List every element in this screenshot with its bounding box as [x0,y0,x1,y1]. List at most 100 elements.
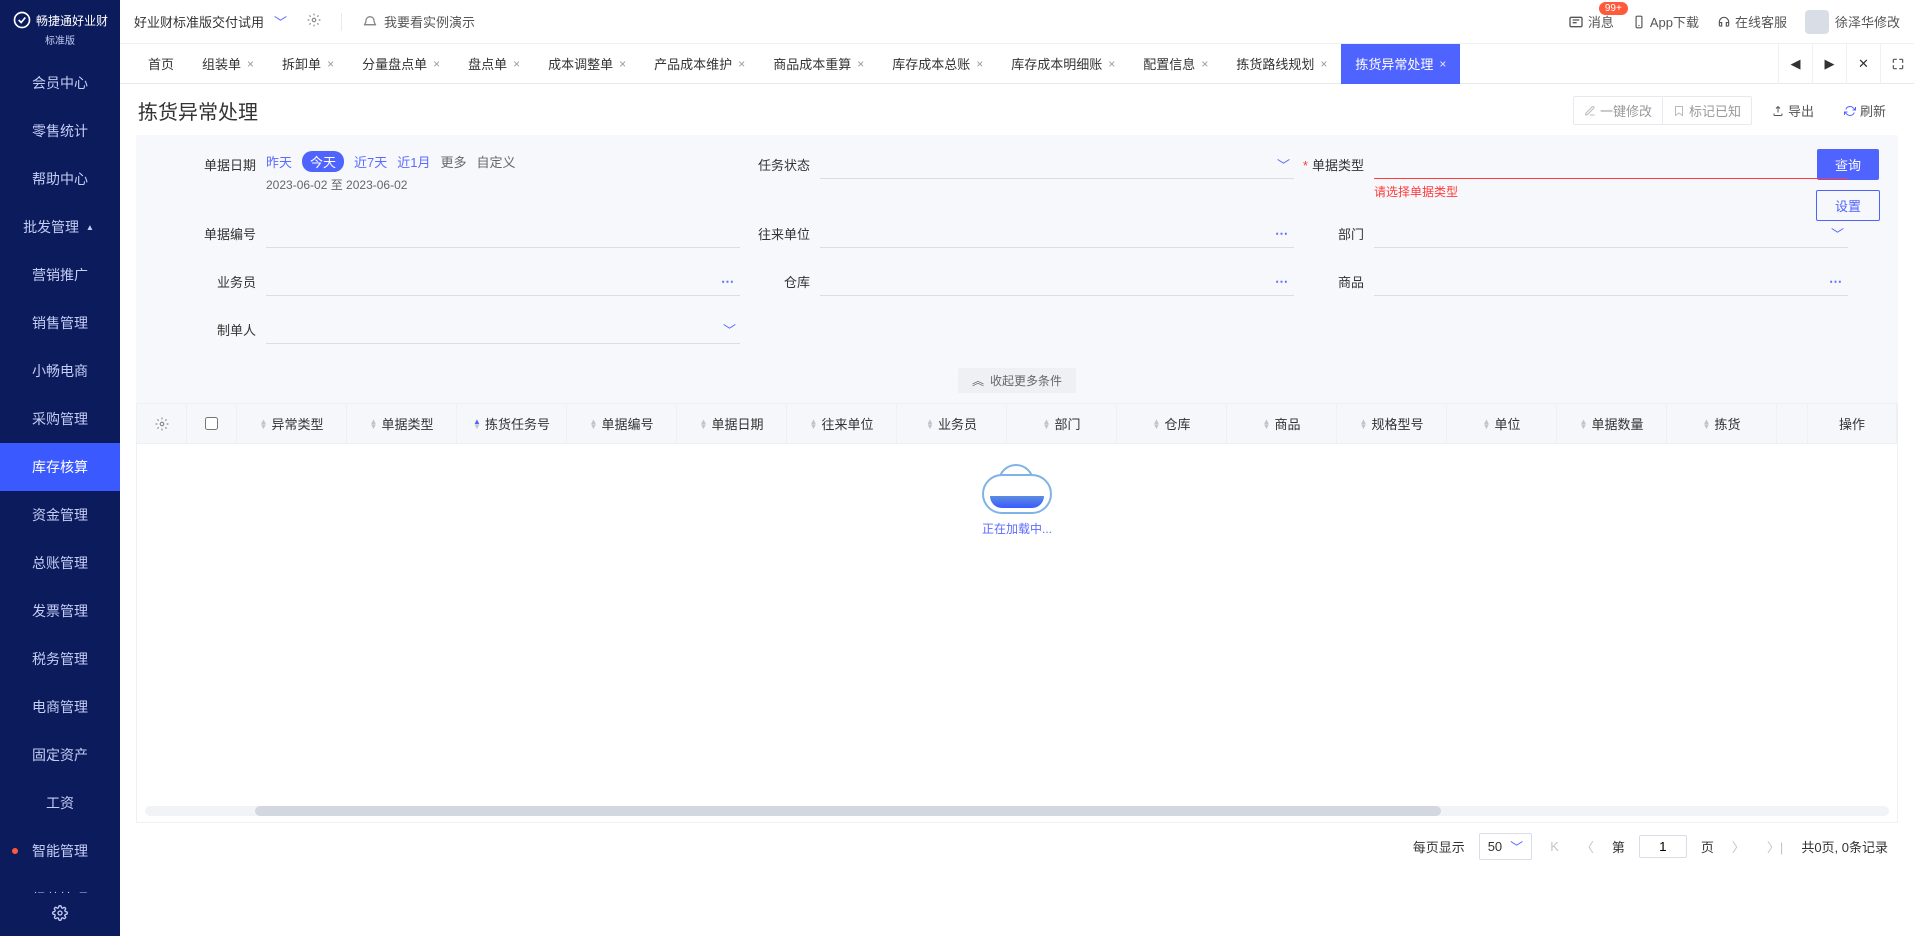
page-next[interactable]: 〉 [1728,837,1749,856]
close-icon[interactable]: × [513,57,520,71]
tab[interactable]: 配置信息× [1129,44,1222,84]
sidebar-item[interactable]: 零售统计 [0,107,120,155]
export-button[interactable]: 导出 [1762,97,1824,124]
product-selector[interactable]: 好业财标准版交付试用 ﹀ [134,12,287,31]
tab[interactable]: 库存成本明细账× [997,44,1129,84]
sidebar-item[interactable]: 采购管理 [0,395,120,443]
column-header[interactable]: ▲▼拣货 [1667,404,1777,443]
settings-icon[interactable] [307,13,321,30]
close-icon[interactable]: × [327,57,334,71]
date-preset[interactable]: 近7天 [354,152,387,171]
doc-no-input[interactable] [266,220,740,248]
column-header[interactable]: ▲▼单据数量 [1557,404,1667,443]
salesman-picker[interactable]: ⋯ [266,268,740,296]
support-button[interactable]: 在线客服 [1717,12,1787,31]
close-icon[interactable]: × [1320,57,1327,71]
column-header[interactable]: ▲▼仓库 [1117,404,1227,443]
tab-scroll-left[interactable]: ◀ [1778,44,1812,84]
demo-link[interactable]: 我要看实例演示 [362,12,475,31]
close-icon[interactable]: × [433,57,440,71]
tab[interactable]: 拆卸单× [268,44,348,84]
collapse-filters-button[interactable]: ︽收起更多条件 [958,368,1076,393]
tab[interactable]: 库存成本总账× [878,44,997,84]
sidebar-item[interactable]: 销售管理 [0,299,120,347]
horizontal-scrollbar[interactable] [145,806,1889,816]
refresh-button[interactable]: 刷新 [1834,97,1896,124]
close-icon[interactable]: × [1439,57,1446,71]
sidebar-item[interactable]: 资金管理 [0,491,120,539]
column-header[interactable]: ▲▼部门 [1007,404,1117,443]
fullscreen-icon[interactable] [1880,44,1914,84]
close-icon[interactable]: × [619,57,626,71]
doc-type-select[interactable]: ﹀ [1374,151,1848,179]
field-warehouse: 仓库 ⋯ [740,268,1294,296]
sidebar-item[interactable]: 库存核算 [0,443,120,491]
close-icon[interactable]: × [247,57,254,71]
sidebar-item[interactable]: 税务管理 [0,635,120,683]
select-all-checkbox[interactable] [187,404,237,443]
maker-select[interactable]: ﹀ [266,316,740,344]
sidebar-item[interactable]: 发票管理 [0,587,120,635]
close-icon[interactable]: × [1201,57,1208,71]
per-page-select[interactable]: 50 ﹀ [1479,833,1532,860]
app-download-button[interactable]: App下载 [1632,12,1699,31]
column-header[interactable]: ▲▼商品 [1227,404,1337,443]
tab[interactable]: 首页 [134,44,188,84]
tab-bar: 首页组装单×拆卸单×分量盘点单×盘点单×成本调整单×产品成本维护×商品成本重算×… [120,44,1914,84]
tab[interactable]: 成本调整单× [534,44,640,84]
column-header[interactable]: ▲▼单据类型 [347,404,457,443]
dept-select[interactable]: ﹀ [1374,220,1848,248]
sidebar-settings-icon[interactable] [0,893,120,936]
column-header[interactable]: ▲▼往来单位 [787,404,897,443]
user-menu[interactable]: 徐泽华修改 [1805,10,1900,34]
sidebar-item[interactable]: 帮助中心 [0,155,120,203]
sidebar-item[interactable]: 总账管理 [0,539,120,587]
warehouse-picker[interactable]: ⋯ [820,268,1294,296]
chevron-up-icon: ︽ [972,372,984,389]
tab[interactable]: 组装单× [188,44,268,84]
date-preset[interactable]: 近1月 [397,152,430,171]
close-icon[interactable]: × [857,57,864,71]
tab[interactable]: 拣货路线规划× [1222,44,1341,84]
column-header[interactable]: ▲▼单据编号 [567,404,677,443]
date-preset[interactable]: 今天 [302,151,344,172]
sidebar-item[interactable]: 电商管理 [0,683,120,731]
page-prev[interactable]: 〈 [1577,837,1598,856]
page-last[interactable]: 〉| [1763,837,1787,856]
page-input[interactable] [1639,835,1687,858]
tab[interactable]: 分量盘点单× [348,44,454,84]
tab[interactable]: 商品成本重算× [759,44,878,84]
sidebar-item[interactable]: 批发管理 [0,203,120,251]
tab-close-all[interactable]: ✕ [1846,44,1880,84]
sidebar-item[interactable]: 固定资产 [0,731,120,779]
partner-picker[interactable]: ⋯ [820,220,1294,248]
sidebar-item[interactable]: 会员中心 [0,59,120,107]
table-settings-icon[interactable] [137,404,187,443]
date-preset[interactable]: 自定义 [477,152,516,171]
date-preset[interactable]: 更多 [441,152,467,171]
tab[interactable]: 拣货异常处理× [1341,44,1460,84]
messages-button[interactable]: 消息 99+ [1568,12,1614,31]
sidebar-item[interactable]: 经营管理 [0,875,120,893]
close-icon[interactable]: × [738,57,745,71]
tab[interactable]: 产品成本维护× [640,44,759,84]
chevron-down-icon: ﹀ [1831,224,1844,243]
date-preset[interactable]: 昨天 [266,152,292,171]
column-header[interactable]: ▲▼单据日期 [677,404,787,443]
column-header[interactable]: ▲▼业务员 [897,404,1007,443]
sidebar-item[interactable]: 营销推广 [0,251,120,299]
page-first[interactable]: K [1546,839,1563,854]
sidebar-item[interactable]: 工资 [0,779,120,827]
column-header[interactable]: ▲▼规格型号 [1337,404,1447,443]
close-icon[interactable]: × [976,57,983,71]
column-header[interactable]: ▲▼拣货任务号 [457,404,567,443]
product-picker[interactable]: ⋯ [1374,268,1848,296]
task-status-select[interactable]: ﹀ [820,151,1294,179]
tab[interactable]: 盘点单× [454,44,534,84]
sidebar-item[interactable]: 小畅电商 [0,347,120,395]
column-header[interactable]: ▲▼单位 [1447,404,1557,443]
close-icon[interactable]: × [1108,57,1115,71]
column-header[interactable]: ▲▼异常类型 [237,404,347,443]
tab-scroll-right[interactable]: ▶ [1812,44,1846,84]
sidebar-item[interactable]: 智能管理 [0,827,120,875]
